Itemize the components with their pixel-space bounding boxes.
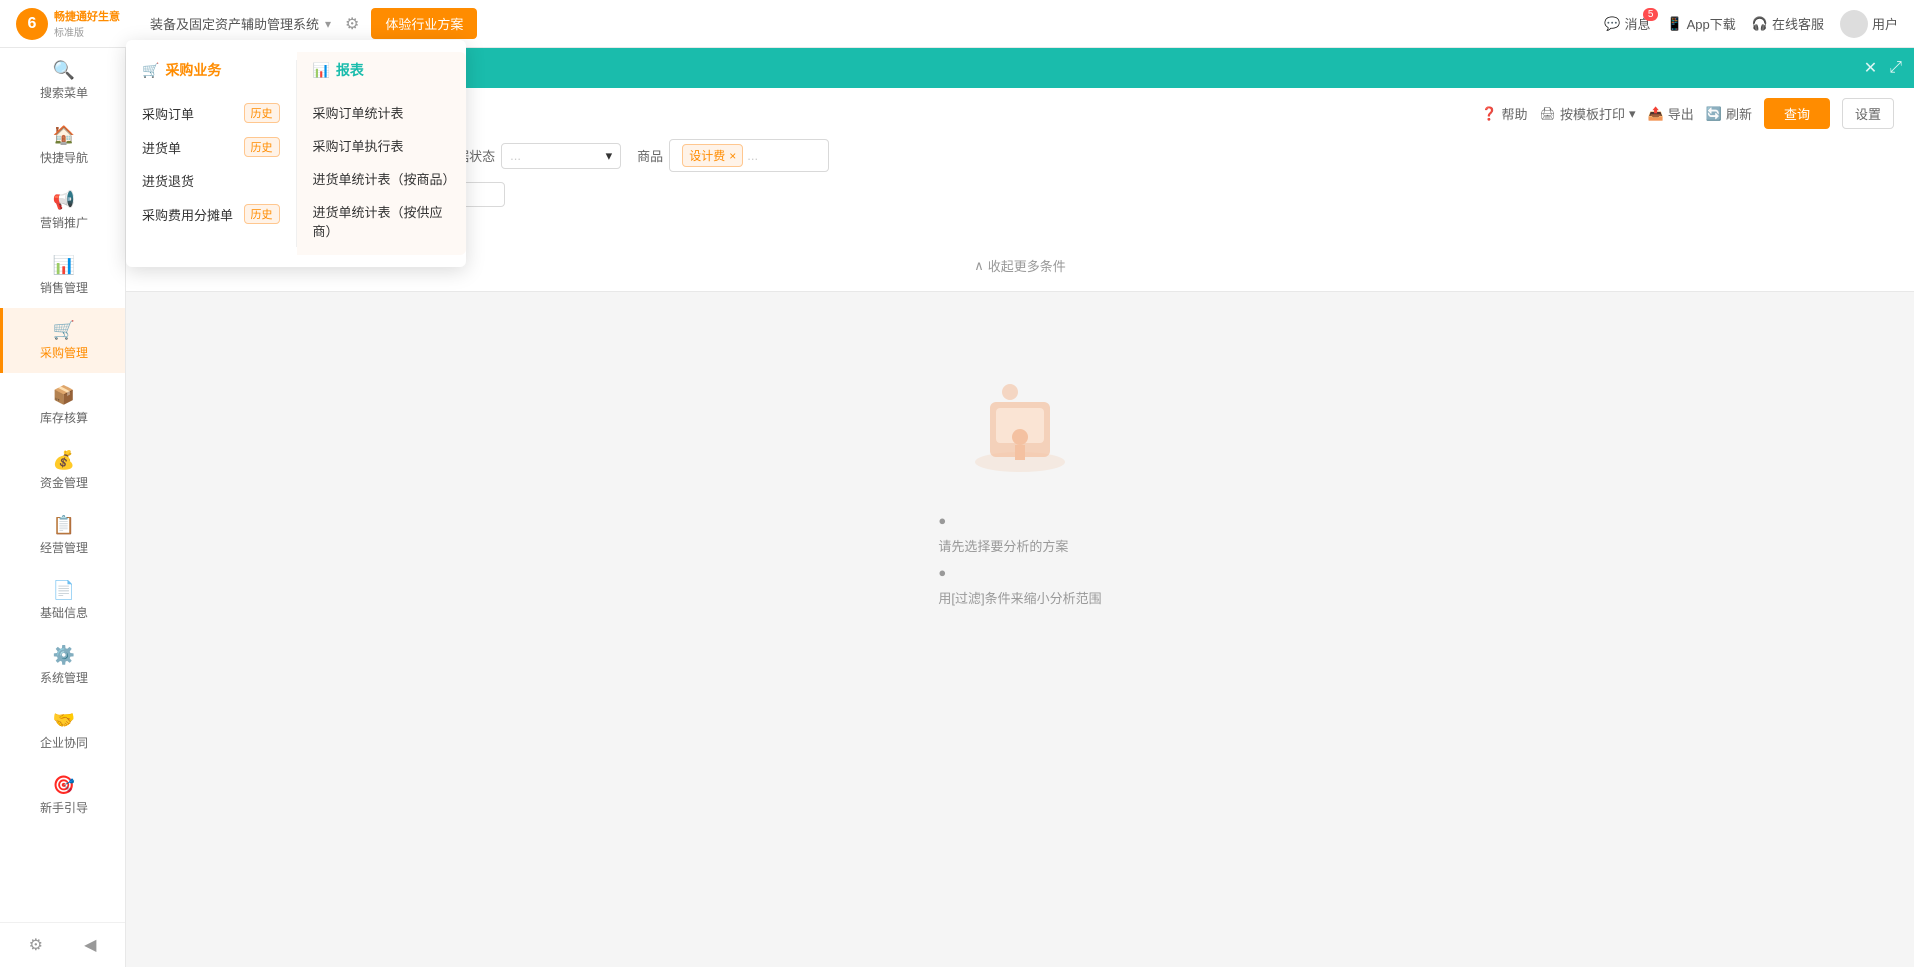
refresh-icon: 🔄 <box>1706 106 1722 122</box>
purchase-business-col: 🛒 采购业务 采购订单 历史 进货单 历史 <box>126 52 296 255</box>
sidebar-item-sales[interactable]: 📊 销售管理 <box>0 243 125 308</box>
industry-btn[interactable]: 体验行业方案 <box>371 8 477 39</box>
phone-icon: 📱 <box>1666 16 1682 32</box>
print-icon: 🖨 <box>1540 106 1557 122</box>
purchase-dropdown-menu: 🛒 采购业务 采购订单 历史 进货单 历史 <box>126 48 466 267</box>
sales-icon: 📊 <box>53 255 75 276</box>
purchase-order-stats-item[interactable]: 采购订单统计表 <box>313 96 451 129</box>
purchase-order-exec-item[interactable]: 采购订单执行表 <box>313 129 451 162</box>
goods-more[interactable]: ... <box>747 148 758 163</box>
tab-fullscreen-icon[interactable]: ⤢ <box>1889 59 1902 77</box>
system-icon: ⚙️ <box>53 645 75 666</box>
message-icon: 💬 <box>1604 16 1620 32</box>
stock-in-item[interactable]: 进货单 历史 <box>142 130 280 164</box>
home-icon: 🏠 <box>53 125 75 146</box>
report-col: 📊 报表 采购订单统计表 采购订单执行表 进货单统计表（按商品） <box>297 52 467 255</box>
logo-area: 6 畅捷通好生意 标准版 <box>16 8 142 40</box>
stock-stats-by-supplier-item[interactable]: 进货单统计表（按供应商） <box>313 195 451 247</box>
purchase-business-title: 🛒 采购业务 <box>142 60 280 86</box>
tab-bar: 首页 销售排行榜 × ✕ ⤢ 🛒 <box>126 48 1914 88</box>
collapse-icon: ∧ <box>974 258 984 274</box>
tab-actions: ✕ ⤢ <box>1864 58 1914 78</box>
user-menu[interactable]: 用户 <box>1840 10 1898 38</box>
online-service-btn[interactable]: 🎧 在线客服 <box>1752 14 1824 33</box>
purchase-expense-item[interactable]: 采购费用分摊单 历史 <box>142 197 280 231</box>
logo-icon: 6 <box>16 8 48 40</box>
empty-state: ● 请先选择要分析的方案 ● 用[过滤]条件来缩小分析范围 <box>126 292 1914 692</box>
stock-stats-by-goods-item[interactable]: 进货单统计表（按商品） <box>313 162 451 195</box>
marketing-icon: 📢 <box>53 190 75 211</box>
purchase-icon: 🛒 <box>53 320 75 341</box>
search-icon: 🔍 <box>53 60 75 81</box>
operations-icon: 📋 <box>53 515 75 536</box>
top-nav: 装备及固定资产辅助管理系统 ▾ ⚙ 体验行业方案 <box>142 8 1604 39</box>
message-badge: 5 <box>1643 8 1659 21</box>
messages-btn[interactable]: 💬 消息 5 <box>1604 14 1650 33</box>
sidebar-item-beginner[interactable]: 🎯 新手引导 <box>0 763 125 828</box>
query-btn[interactable]: 查询 <box>1764 98 1830 129</box>
goods-tag: 设计费 × <box>682 144 743 167</box>
help-icon: ❓ <box>1481 106 1497 122</box>
print-template-btn[interactable]: 🖨 按模板打印 ▾ <box>1540 104 1636 123</box>
app-download-btn[interactable]: 📱 App下载 <box>1666 14 1735 33</box>
finance-icon: 💰 <box>53 450 75 471</box>
history-badge-3: 历史 <box>244 204 280 224</box>
content-area: 首页 销售排行榜 × ✕ ⤢ 🛒 <box>126 48 1914 967</box>
settings-icon[interactable]: ⚙ <box>345 14 359 34</box>
sidebar: 🔍 搜索菜单 🏠 快捷导航 📢 营销推广 📊 销售管理 🛒 采购管理 📦 <box>0 48 126 967</box>
nav-dropdown-arrow[interactable]: ▾ <box>325 17 331 31</box>
history-badge-0: 历史 <box>244 103 280 123</box>
doc-status-filter: 单据状态 ... ▾ <box>443 143 621 169</box>
empty-illustration <box>960 372 1080 492</box>
main-area: 🔍 搜索菜单 🏠 快捷导航 📢 营销推广 📊 销售管理 🛒 采购管理 📦 <box>0 48 1914 967</box>
sidebar-item-system[interactable]: ⚙️ 系统管理 <box>0 633 125 698</box>
empty-text: ● 请先选择要分析的方案 ● 用[过滤]条件来缩小分析范围 <box>938 508 1101 612</box>
bullet-2: ● <box>938 560 1101 586</box>
print-dropdown-icon: ▾ <box>1629 106 1636 122</box>
sidebar-settings-btn[interactable]: ⚙ <box>29 935 43 955</box>
inventory-icon: 📦 <box>53 385 75 406</box>
sidebar-item-operations[interactable]: 📋 经营管理 <box>0 503 125 568</box>
sidebar-bottom: ⚙ ◀ <box>0 922 125 967</box>
sidebar-item-basic-info[interactable]: 📄 基础信息 <box>0 568 125 633</box>
report-title: 📊 报表 <box>313 60 451 86</box>
top-right: 💬 消息 5 📱 App下载 🎧 在线客服 用户 <box>1604 10 1898 38</box>
headset-icon: 🎧 <box>1752 16 1768 32</box>
export-btn[interactable]: 📤 导出 <box>1648 104 1694 123</box>
sidebar-item-inventory[interactable]: 📦 库存核算 <box>0 373 125 438</box>
sidebar-item-marketing[interactable]: 📢 营销推广 <box>0 178 125 243</box>
export-icon: 📤 <box>1648 106 1664 122</box>
settings-btn[interactable]: 设置 <box>1842 98 1894 129</box>
purchase-order-item[interactable]: 采购订单 历史 <box>142 96 280 130</box>
app-container: 6 畅捷通好生意 标准版 装备及固定资产辅助管理系统 ▾ ⚙ 体验行业方案 💬 … <box>0 0 1914 967</box>
doc-status-select[interactable]: ... ▾ <box>501 143 621 169</box>
user-avatar <box>1840 10 1868 38</box>
basic-info-icon: 📄 <box>53 580 75 601</box>
help-btn[interactable]: ❓ 帮助 <box>1481 104 1527 123</box>
purchase-icon-menu: 🛒 <box>142 62 159 79</box>
goods-select[interactable]: 设计费 × ... <box>669 139 829 172</box>
report-icon: 📊 <box>313 62 330 79</box>
sidebar-collapse-btn[interactable]: ◀ <box>84 935 96 955</box>
bullet-1: ● <box>938 508 1101 534</box>
collaboration-icon: 🤝 <box>53 710 75 731</box>
doc-status-arrow: ▾ <box>606 148 613 164</box>
goods-filter: 商品 设计费 × ... <box>637 139 829 172</box>
sidebar-item-collaboration[interactable]: 🤝 企业协同 <box>0 698 125 763</box>
sidebar-item-search[interactable]: 🔍 搜索菜单 <box>0 48 125 113</box>
goods-tag-close[interactable]: × <box>729 149 736 163</box>
sidebar-item-purchase[interactable]: 🛒 采购管理 <box>0 308 125 373</box>
sidebar-item-finance[interactable]: 💰 资金管理 <box>0 438 125 503</box>
beginner-icon: 🎯 <box>53 775 75 796</box>
sidebar-item-quicknav[interactable]: 🏠 快捷导航 <box>0 113 125 178</box>
dropdown-cols: 🛒 采购业务 采购订单 历史 进货单 历史 <box>126 52 466 255</box>
logo-text: 畅捷通好生意 标准版 <box>54 8 120 39</box>
tab-close-icon[interactable]: ✕ <box>1864 58 1877 78</box>
stock-return-item[interactable]: 进货退货 <box>142 164 280 197</box>
refresh-btn[interactable]: 🔄 刷新 <box>1706 104 1752 123</box>
history-badge-1: 历史 <box>244 137 280 157</box>
system-title: 装备及固定资产辅助管理系统 <box>150 14 319 33</box>
